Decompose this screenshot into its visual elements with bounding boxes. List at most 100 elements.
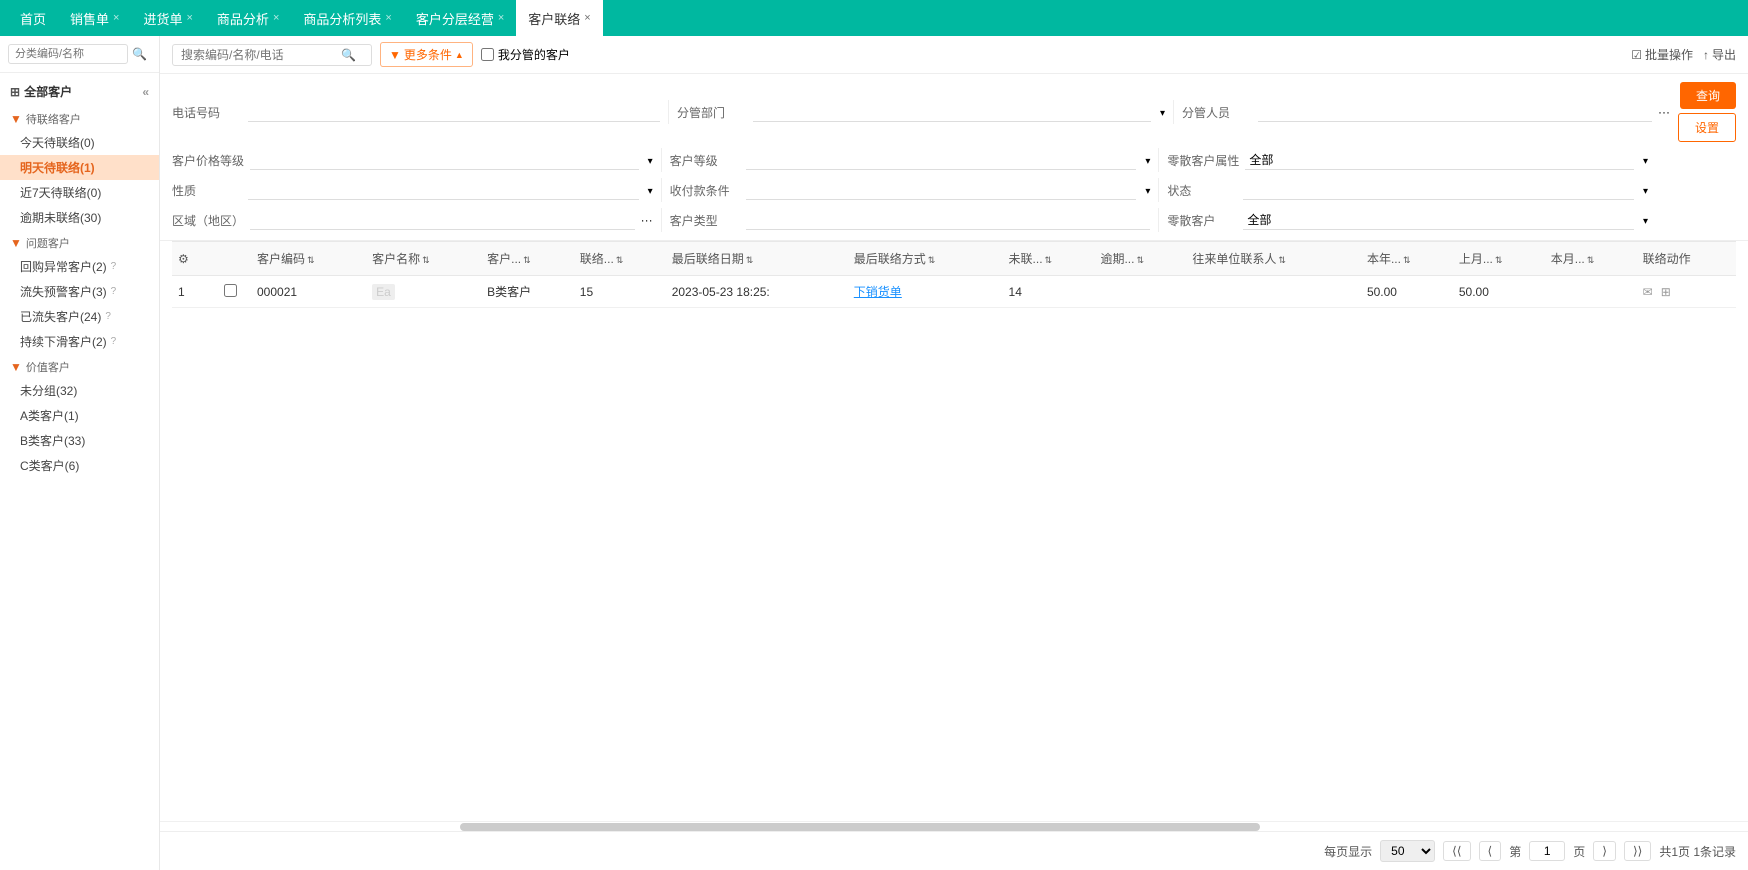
search-box[interactable]: 🔍	[172, 44, 372, 66]
nav-close-icon[interactable]: ×	[113, 12, 119, 24]
help-icon[interactable]: ?	[111, 336, 117, 347]
region-dots-icon[interactable]	[641, 213, 653, 227]
query-button[interactable]: 查询	[1680, 82, 1736, 109]
nav-close-icon[interactable]: ×	[186, 12, 192, 24]
more-action-icon[interactable]: ⊞	[1661, 285, 1671, 299]
scrollbar-track[interactable]	[460, 823, 1260, 831]
page-number-input[interactable]	[1529, 841, 1565, 861]
my-customer-checkbox-label[interactable]: 我分管的客户	[481, 46, 570, 63]
nature-input[interactable]	[248, 181, 639, 200]
sort-icon: ⇅	[1403, 255, 1411, 265]
price-level-chevron-icon[interactable]	[645, 153, 653, 167]
sidebar-item[interactable]: 已流失客户(24)?	[0, 304, 159, 329]
payment-chevron-icon[interactable]	[1142, 183, 1150, 197]
all-customers-header[interactable]: ⊞ 全部客户 «	[0, 77, 159, 106]
sidebar-item[interactable]: 近7天待联络(0)	[0, 180, 159, 205]
row-contact-count: 15	[574, 276, 666, 308]
edit-action-icon[interactable]: ✉	[1643, 285, 1653, 299]
horizontal-scrollbar[interactable]	[160, 821, 1748, 831]
help-icon[interactable]: ?	[105, 311, 111, 322]
prev-page-button[interactable]: ⟨	[1479, 841, 1502, 861]
batch-operation-button[interactable]: ☑ 批量操作	[1631, 46, 1693, 63]
table-column-header[interactable]: 客户...⇅	[481, 242, 574, 276]
divider6	[1158, 178, 1159, 202]
chevron-up-icon: ▲	[455, 50, 464, 60]
toolbar-search-icon[interactable]: 🔍	[341, 48, 356, 62]
status-input[interactable]	[1243, 181, 1634, 200]
nav-item-商品分析[interactable]: 商品分析 ×	[205, 0, 291, 36]
retail-attr-chevron-icon[interactable]	[1640, 153, 1648, 167]
region-input[interactable]	[250, 211, 635, 230]
nav-item-销售单[interactable]: 销售单 ×	[58, 0, 131, 36]
retail-customer-chevron-icon[interactable]	[1640, 213, 1648, 227]
nav-close-icon[interactable]: ×	[498, 12, 504, 24]
row-checkbox-input[interactable]	[224, 284, 237, 297]
nav-item-客户联络[interactable]: 客户联络 ×	[516, 0, 602, 36]
customer-level-input[interactable]	[746, 151, 1137, 170]
customer-level-chevron-icon[interactable]	[1142, 153, 1150, 167]
table-column-header[interactable]: 本月...⇅	[1545, 242, 1637, 276]
nav-item-商品分析列表[interactable]: 商品分析列表 ×	[291, 0, 403, 36]
table-column-header[interactable]: 本年...⇅	[1361, 242, 1453, 276]
per-page-select[interactable]: 50 100 200	[1380, 840, 1435, 862]
sidebar-item[interactable]: 回购异常客户(2)?	[0, 254, 159, 279]
last-page-button[interactable]: ⟩⟩	[1624, 841, 1651, 861]
sidebar-item[interactable]: 未分组(32)	[0, 378, 159, 403]
export-button[interactable]: ↑ 导出	[1703, 46, 1736, 63]
person-input[interactable]	[1258, 103, 1652, 122]
table-column-header[interactable]: 逾期...⇅	[1094, 242, 1186, 276]
row-last-contact-date: 2023-05-23 18:25:	[666, 276, 848, 308]
table-column-header[interactable]: 未联...⇅	[1003, 242, 1095, 276]
table-column-header[interactable]: 客户编码⇅	[251, 242, 366, 276]
nav-close-icon[interactable]: ×	[584, 12, 590, 24]
sidebar-item[interactable]: 流失预警客户(3)?	[0, 279, 159, 304]
sidebar-item[interactable]: C类客户(6)	[0, 453, 159, 478]
phone-input[interactable]	[248, 103, 660, 122]
retail-attr-input[interactable]	[1245, 151, 1634, 170]
sidebar-item[interactable]: 持续下滑客户(2)?	[0, 329, 159, 354]
person-dots-icon[interactable]	[1658, 105, 1670, 119]
row-actions: ✉⊞	[1637, 276, 1736, 308]
sidebar-item[interactable]: 明天待联络(1)	[0, 155, 159, 180]
price-level-input[interactable]	[250, 151, 639, 170]
row-checkbox[interactable]	[210, 276, 251, 308]
table-column-header[interactable]: 最后联络日期⇅	[666, 242, 848, 276]
first-page-button[interactable]: ⟨⟨	[1443, 841, 1470, 861]
more-filter-button[interactable]: ▼ 更多条件 ▲	[380, 42, 473, 67]
nav-item-进货单[interactable]: 进货单 ×	[131, 0, 204, 36]
nav-close-icon[interactable]: ×	[385, 12, 391, 24]
sidebar-search-icon[interactable]: 🔍	[132, 47, 147, 61]
table-column-header[interactable]: 往来单位联系人⇅	[1186, 242, 1361, 276]
customer-type-input[interactable]	[746, 211, 1151, 230]
dept-input[interactable]	[753, 103, 1151, 122]
search-input[interactable]	[181, 48, 341, 62]
help-icon[interactable]: ?	[111, 261, 117, 272]
collapse-icon[interactable]: «	[142, 85, 149, 99]
sidebar-item[interactable]: 今天待联络(0)	[0, 130, 159, 155]
sidebar-item[interactable]: A类客户(1)	[0, 403, 159, 428]
checkbox-icon: ☑	[1631, 48, 1642, 62]
nav-item-首页[interactable]: 首页	[8, 0, 58, 36]
table-column-header[interactable]: 联络...⇅	[574, 242, 666, 276]
sidebar-item[interactable]: 逾期未联络(30)	[0, 205, 159, 230]
nature-chevron-icon[interactable]	[645, 183, 653, 197]
payment-input[interactable]	[746, 181, 1137, 200]
sort-icon: ⇅	[1045, 255, 1053, 265]
help-icon[interactable]: ?	[111, 286, 117, 297]
table-column-header[interactable]: 上月...⇅	[1453, 242, 1545, 276]
dept-chevron-icon[interactable]	[1157, 105, 1165, 119]
nav-close-icon[interactable]: ×	[273, 12, 279, 24]
table-footer: 每页显示 50 100 200 ⟨⟨ ⟨ 第 页 ⟩ ⟩⟩ 共1页 1条记录	[160, 831, 1748, 870]
nav-item-客户分层经营[interactable]: 客户分层经营 ×	[404, 0, 516, 36]
retail-customer-input[interactable]	[1243, 211, 1634, 230]
sidebar-item[interactable]: B类客户(33)	[0, 428, 159, 453]
row-last-contact-method[interactable]: 下销货单	[848, 276, 1003, 308]
table-column-header[interactable]: 最后联络方式⇅	[848, 242, 1003, 276]
set-button[interactable]: 设置	[1678, 113, 1736, 142]
table-column-header[interactable]: 客户名称⇅	[366, 242, 481, 276]
status-chevron-icon[interactable]	[1640, 183, 1648, 197]
my-customer-checkbox[interactable]	[481, 48, 494, 61]
row-link[interactable]: 下销货单	[854, 285, 902, 299]
next-page-button[interactable]: ⟩	[1593, 841, 1616, 861]
sidebar-search-input[interactable]	[8, 44, 128, 64]
